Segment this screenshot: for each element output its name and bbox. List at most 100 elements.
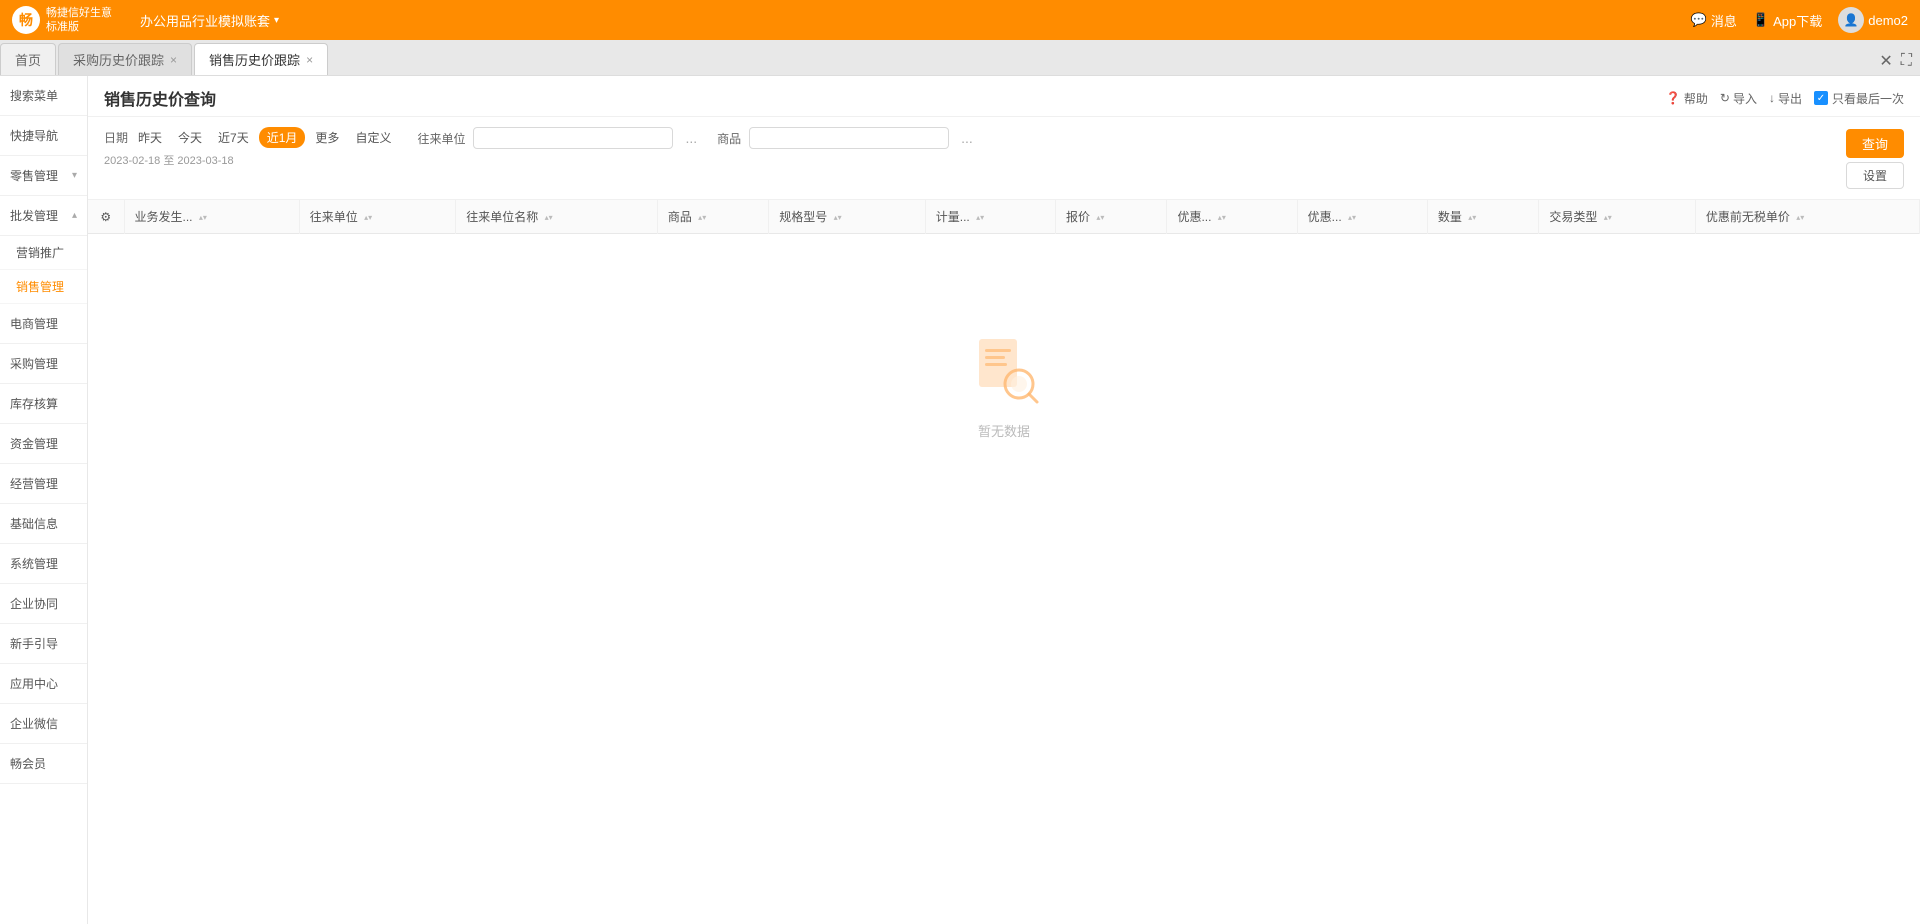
- th-gear[interactable]: ⚙: [88, 200, 124, 234]
- goods-filter-group: 商品 ...: [717, 127, 973, 149]
- sidebar-item-app-center[interactable]: 应用中心: [0, 664, 87, 704]
- date-btn-yesterday[interactable]: 昨天: [132, 127, 168, 148]
- sidebar-item-inventory[interactable]: 库存核算: [0, 384, 87, 424]
- avatar: 👤: [1838, 7, 1864, 33]
- sidebar-item-search-menu[interactable]: 搜索菜单: [0, 76, 87, 116]
- date-btn-1month[interactable]: 近1月: [259, 127, 306, 148]
- sidebar-item-purchase[interactable]: 采购管理: [0, 344, 87, 384]
- app-title: 办公用品行业模拟账套: [140, 11, 270, 30]
- sort-icons: ▴▾: [1348, 214, 1356, 222]
- query-button[interactable]: 查询: [1846, 129, 1904, 158]
- app-icon: 📱: [1753, 12, 1769, 28]
- settings-button[interactable]: 设置: [1846, 162, 1904, 189]
- sidebar-label-ecommerce: 电商管理: [10, 315, 77, 332]
- date-shortcuts: 昨天 今天 近7天 近1月 更多 自定义: [132, 127, 397, 148]
- th-goods[interactable]: 商品 ▴▾: [657, 200, 768, 234]
- th-qty[interactable]: 数量 ▴▾: [1427, 200, 1538, 234]
- sort-icons: ▴▾: [976, 214, 984, 222]
- tab-sales-label: 销售历史价跟踪: [209, 50, 300, 69]
- close-tab-icon[interactable]: ✕: [1879, 51, 1892, 71]
- tab-home[interactable]: 首页: [0, 43, 56, 75]
- import-button[interactable]: ↻ 导入: [1720, 90, 1757, 107]
- tab-purchase-label: 采购历史价跟踪: [73, 50, 164, 69]
- user-area[interactable]: 👤 demo2: [1838, 7, 1908, 33]
- th-discount1[interactable]: 优惠... ▴▾: [1167, 200, 1297, 234]
- sort-icons: ▴▾: [199, 214, 207, 222]
- sort-icons: ▴▾: [698, 214, 706, 222]
- goods-ellipsis-button[interactable]: ...: [961, 130, 973, 146]
- tab-sales-close-icon[interactable]: ×: [306, 54, 313, 66]
- empty-illustration: [964, 329, 1044, 409]
- sidebar-item-ecommerce[interactable]: 电商管理: [0, 304, 87, 344]
- tab-purchase-history[interactable]: 采购历史价跟踪 ×: [58, 43, 192, 75]
- date-btn-today[interactable]: 今天: [172, 127, 208, 148]
- app-title-area[interactable]: 办公用品行业模拟账套 ▾: [140, 11, 279, 30]
- sidebar-label-finance: 资金管理: [10, 435, 77, 452]
- sidebar-item-finance[interactable]: 资金管理: [0, 424, 87, 464]
- th-pre-tax-price[interactable]: 优惠前无税单价 ▴▾: [1695, 200, 1919, 234]
- date-label: 日期: [104, 129, 128, 146]
- date-btn-7days[interactable]: 近7天: [212, 127, 255, 148]
- sidebar-item-quick-nav[interactable]: 快捷导航: [0, 116, 87, 156]
- th-discount2[interactable]: 优惠... ▴▾: [1297, 200, 1427, 234]
- tab-sales-history[interactable]: 销售历史价跟踪 ×: [194, 43, 328, 75]
- only-last-checkbox[interactable]: ✓ 只看最后一次: [1814, 90, 1904, 107]
- maximize-icon[interactable]: ⛶: [1901, 52, 1912, 70]
- sidebar-item-retail[interactable]: 零售管理 ▾: [0, 156, 87, 196]
- sidebar-item-guide[interactable]: 新手引导: [0, 624, 87, 664]
- date-btn-more[interactable]: 更多: [309, 127, 345, 148]
- sort-icons: ▴▾: [364, 214, 372, 222]
- sidebar-item-sales-mgmt[interactable]: 销售管理: [0, 270, 87, 304]
- sidebar-item-enterprise[interactable]: 企业协同: [0, 584, 87, 624]
- export-icon: ↓: [1769, 91, 1775, 105]
- sidebar-item-operations[interactable]: 经营管理: [0, 464, 87, 504]
- th-biz-date[interactable]: 业务发生... ▴▾: [124, 200, 299, 234]
- sidebar-label-purchase: 采购管理: [10, 355, 77, 372]
- table-container: ⚙ 业务发生... ▴▾ 往来单位 ▴▾ 往来单位名称 ▴▾: [88, 200, 1920, 924]
- th-quote[interactable]: 报价 ▴▾: [1055, 200, 1166, 234]
- th-partner-name[interactable]: 往来单位名称 ▴▾: [456, 200, 658, 234]
- page-title-bar: 销售历史价查询 ❓ 帮助 ↻ 导入 ↓ 导出 ✓ 只看最后一次: [88, 76, 1920, 117]
- sidebar-label-wholesale: 批发管理: [10, 207, 72, 224]
- th-trade-type[interactable]: 交易类型 ▴▾: [1539, 200, 1696, 234]
- gear-icon[interactable]: ⚙: [100, 210, 111, 224]
- header-left: 畅 畅捷信好生意 标准版 办公用品行业模拟账套 ▾: [12, 6, 279, 35]
- th-partner-id[interactable]: 往来单位 ▴▾: [299, 200, 456, 234]
- header-right: 💬 消息 📱 App下载 👤 demo2: [1691, 7, 1908, 33]
- app-download-button[interactable]: 📱 App下载: [1753, 11, 1822, 30]
- help-button[interactable]: ❓ 帮助: [1666, 90, 1708, 107]
- sidebar-label-app-center: 应用中心: [10, 675, 77, 692]
- tab-home-label: 首页: [15, 50, 41, 69]
- partner-filter-group: 往来单位 ...: [417, 127, 697, 149]
- sort-icons: ▴▾: [545, 214, 553, 222]
- tab-bar-actions: ✕ ⛶: [1879, 51, 1920, 75]
- date-btn-custom[interactable]: 自定义: [349, 127, 397, 148]
- th-unit[interactable]: 计量... ▴▾: [925, 200, 1055, 234]
- sidebar-item-wholesale[interactable]: 批发管理 ▴: [0, 196, 87, 236]
- import-icon: ↻: [1720, 91, 1730, 105]
- help-icon: ❓: [1666, 91, 1681, 105]
- filter-section: 日期 昨天 今天 近7天 近1月 更多 自定义 2023-02-18 至 202…: [88, 117, 1920, 200]
- sort-icons: ▴▾: [1796, 214, 1804, 222]
- chat-button[interactable]: 💬 消息: [1691, 11, 1737, 30]
- sidebar-item-system[interactable]: 系统管理: [0, 544, 87, 584]
- partner-label: 往来单位: [417, 130, 465, 147]
- sidebar-label-basic-info: 基础信息: [10, 515, 77, 532]
- sidebar-item-enterprise-wechat[interactable]: 企业微信: [0, 704, 87, 744]
- goods-input[interactable]: [749, 127, 949, 149]
- sidebar-item-marketing[interactable]: 营销推广: [0, 236, 87, 270]
- date-filter-group: 日期 昨天 今天 近7天 近1月 更多 自定义 2023-02-18 至 202…: [104, 127, 397, 168]
- partner-input[interactable]: [473, 127, 673, 149]
- sidebar-label-guide: 新手引导: [10, 635, 77, 652]
- logo-icon: 畅: [12, 6, 40, 34]
- sidebar-item-basic-info[interactable]: 基础信息: [0, 504, 87, 544]
- sidebar-item-member[interactable]: 畅会员: [0, 744, 87, 784]
- export-button[interactable]: ↓ 导出: [1769, 90, 1802, 107]
- th-spec[interactable]: 规格型号 ▴▾: [769, 200, 926, 234]
- checkbox-checked-icon: ✓: [1814, 91, 1828, 105]
- sidebar-label-operations: 经营管理: [10, 475, 77, 492]
- empty-state: 暂无数据: [88, 234, 1920, 534]
- partner-ellipsis-button[interactable]: ...: [685, 130, 697, 146]
- logo-text: 畅捷信好生意 标准版: [46, 6, 112, 35]
- tab-purchase-close-icon[interactable]: ×: [170, 54, 177, 66]
